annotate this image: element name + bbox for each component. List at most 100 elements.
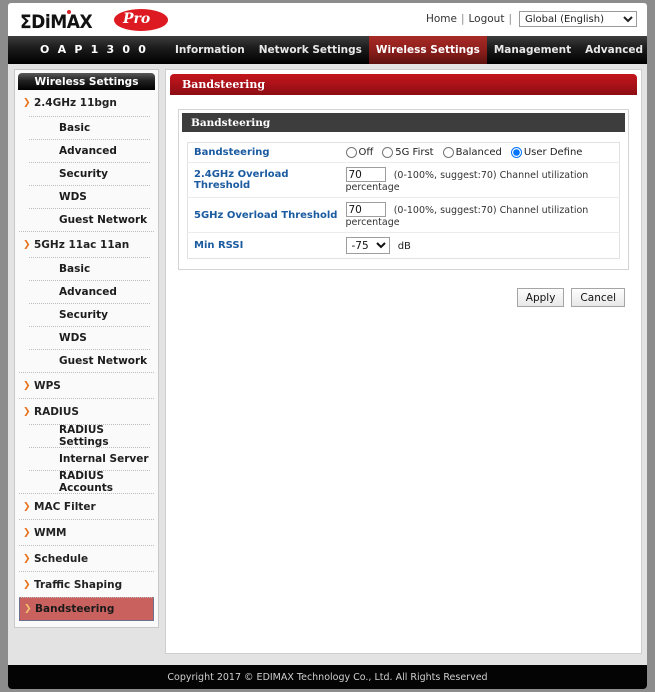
chevron-right-icon: ❯ [23,239,31,250]
value-bandsteering: Off 5G First Balanced User Define [340,143,620,163]
chevron-right-icon: ❯ [23,406,31,417]
sidebar-item-wds[interactable]: WDS [29,326,150,349]
radio-5g-first[interactable]: 5G First [382,147,434,158]
label-24ghz-overload-threshold: 2.4GHz Overload Threshold [194,169,289,191]
table-row-bandsteering: Bandsteering Off 5G First Balanced User … [187,143,620,163]
radio-off[interactable]: Off [345,147,373,158]
separator-1: | [460,13,465,25]
sidebar-item-label: 5GHz 11ac 11an [34,238,130,251]
sidebar-item-radius[interactable]: ❯ RADIUS [19,398,154,424]
input-24ghz-overload-threshold[interactable] [345,167,386,182]
label-bandsteering: Bandsteering [194,147,270,158]
sidebar-item-label: Traffic Shaping [34,578,123,591]
sidebar-item-radius-accounts[interactable]: RADIUS Accounts [29,470,150,494]
nav-item-management[interactable]: Management [487,36,578,64]
sidebar-item-security[interactable]: Security [29,162,150,185]
sidebar-item-label: Schedule [34,552,89,565]
sidebar-item-wmm[interactable]: ❯ WMM [19,519,154,545]
chevron-right-icon: ❯ [23,579,31,590]
content-panel: Bandsteering Bandsteering Bandsteering O… [165,69,642,654]
sidebar-item-label: WDS [59,332,87,344]
value-24ghz-overload-threshold: (0-100%, suggest:70) Channel utilization… [340,163,620,198]
sidebar-item-2-4ghz-11bgn[interactable]: ❯ 2.4GHz 11bgn [15,90,158,116]
radio-input-balanced[interactable] [442,147,454,158]
nav-item-advanced[interactable]: Advanced [578,36,650,64]
copyright-text: Copyright 2017 © EDIMAX Technology Co., … [167,671,488,683]
sidebar-item-label: RADIUS [34,405,79,418]
sidebar-item-label: Basic [59,263,91,275]
sidebar-item-label: WMM [34,526,67,539]
action-buttons: Apply Cancel [166,288,625,307]
main-navigation-bar: O A P 1 3 0 0 Information Network Settin… [8,36,647,64]
logout-link[interactable]: Logout [469,13,505,25]
chevron-right-icon: ❯ [23,553,31,564]
sidebar-item-label: WDS [59,191,87,203]
footer: Copyright 2017 © EDIMAX Technology Co., … [8,665,647,689]
sidebar-item-5ghz-11ac-11an[interactable]: ❯ 5GHz 11ac 11an [19,231,154,257]
sidebar-item-internal-server[interactable]: Internal Server [29,447,150,470]
sidebar-item-mac-filter[interactable]: ❯ MAC Filter [19,493,154,519]
sidebar-item-label: Basic [59,122,91,134]
table-row-24ghz-threshold: 2.4GHz Overload Threshold (0-100%, sugge… [187,163,620,198]
chevron-right-icon: ❯ [23,380,31,391]
language-select[interactable]: Global (English) [519,11,637,27]
unit-min-rssi: dB [397,240,411,252]
chevron-right-icon: ❯ [24,604,32,614]
sidebar-item-label: Security [59,168,109,180]
sidebar-item-traffic-shaping[interactable]: ❯ Traffic Shaping [19,571,154,597]
sidebar-item-label: Guest Network [59,214,148,226]
sidebar-item-bandsteering[interactable]: ❯ Bandsteering [19,597,154,621]
sidebar-item-guest-network[interactable]: Guest Network [29,208,150,231]
logo-pro-text: Pro [123,11,151,27]
sidebar-item-basic[interactable]: Basic [29,257,150,280]
sidebar-item-label: Internal Server [59,453,149,465]
sidebar-item-label: 2.4GHz 11bgn [34,97,117,109]
value-min-rssi: -75 dB [340,233,620,259]
sidebar-item-wds[interactable]: WDS [29,185,150,208]
logo-pro-badge: Pro [114,9,168,31]
sidebar: Wireless Settings ❯ 2.4GHz 11bgn Basic Adva… [14,69,159,628]
page-title: Bandsteering [170,74,637,95]
separator-2: | [508,13,512,25]
sidebar-item-label: RADIUS Settings [59,424,109,448]
table-row-5ghz-threshold: 5GHz Overload Threshold (0-100%, suggest… [187,198,620,233]
logo-wordmark: ΣDiMAX [20,11,93,33]
sidebar-item-label: Advanced [59,145,117,157]
nav-items: Information Network Settings Wireless Se… [168,36,655,64]
radio-balanced[interactable]: Balanced [442,147,502,158]
sidebar-item-radius-settings[interactable]: RADIUS Settings [29,424,150,448]
sidebar-item-wps[interactable]: ❯ WPS [19,372,154,398]
sidebar-item-advanced[interactable]: Advanced [29,139,150,162]
settings-table: Bandsteering Off 5G First Balanced User … [187,142,620,259]
home-link[interactable]: Home [426,13,457,25]
radio-input-user-define[interactable] [510,147,522,158]
sidebar-header: Wireless Settings [18,73,155,90]
cancel-button[interactable]: Cancel [571,288,625,307]
nav-item-network-settings[interactable]: Network Settings [252,36,369,64]
sidebar-item-label: Guest Network [59,355,148,367]
sidebar-item-schedule[interactable]: ❯ Schedule [19,545,154,571]
edimax-pro-logo: ΣDiMAX Pro [20,8,190,33]
apply-button[interactable]: Apply [516,288,565,307]
sidebar-item-security[interactable]: Security [29,303,150,326]
body-area: Wireless Settings ❯ 2.4GHz 11bgn Basic Adva… [8,64,647,665]
sidebar-item-guest-network[interactable]: Guest Network [29,349,150,372]
radio-input-5g-first[interactable] [382,147,394,158]
sidebar-item-basic[interactable]: Basic [29,116,150,139]
chevron-right-icon: ❯ [23,527,31,538]
nav-item-wireless-settings[interactable]: Wireless Settings [368,36,487,64]
select-min-rssi[interactable]: -75 [345,237,390,254]
radio-input-off[interactable] [345,147,357,158]
panel-title: Bandsteering [182,113,625,132]
radio-label-balanced: Balanced [455,147,502,158]
nav-item-information[interactable]: Information [168,36,252,64]
radio-label-user-define: User Define [523,147,583,158]
label-5ghz-overload-threshold: 5GHz Overload Threshold [194,209,338,221]
radio-user-define[interactable]: User Define [510,147,583,158]
sidebar-item-label: Bandsteering [35,603,115,615]
sidebar-item-label: RADIUS Accounts [59,470,114,494]
sidebar-item-advanced[interactable]: Advanced [29,280,150,303]
input-5ghz-overload-threshold[interactable] [345,202,386,217]
nav-item-operation-mode[interactable]: Operation Mode [650,36,655,64]
label-min-rssi: Min RSSI [194,240,244,251]
